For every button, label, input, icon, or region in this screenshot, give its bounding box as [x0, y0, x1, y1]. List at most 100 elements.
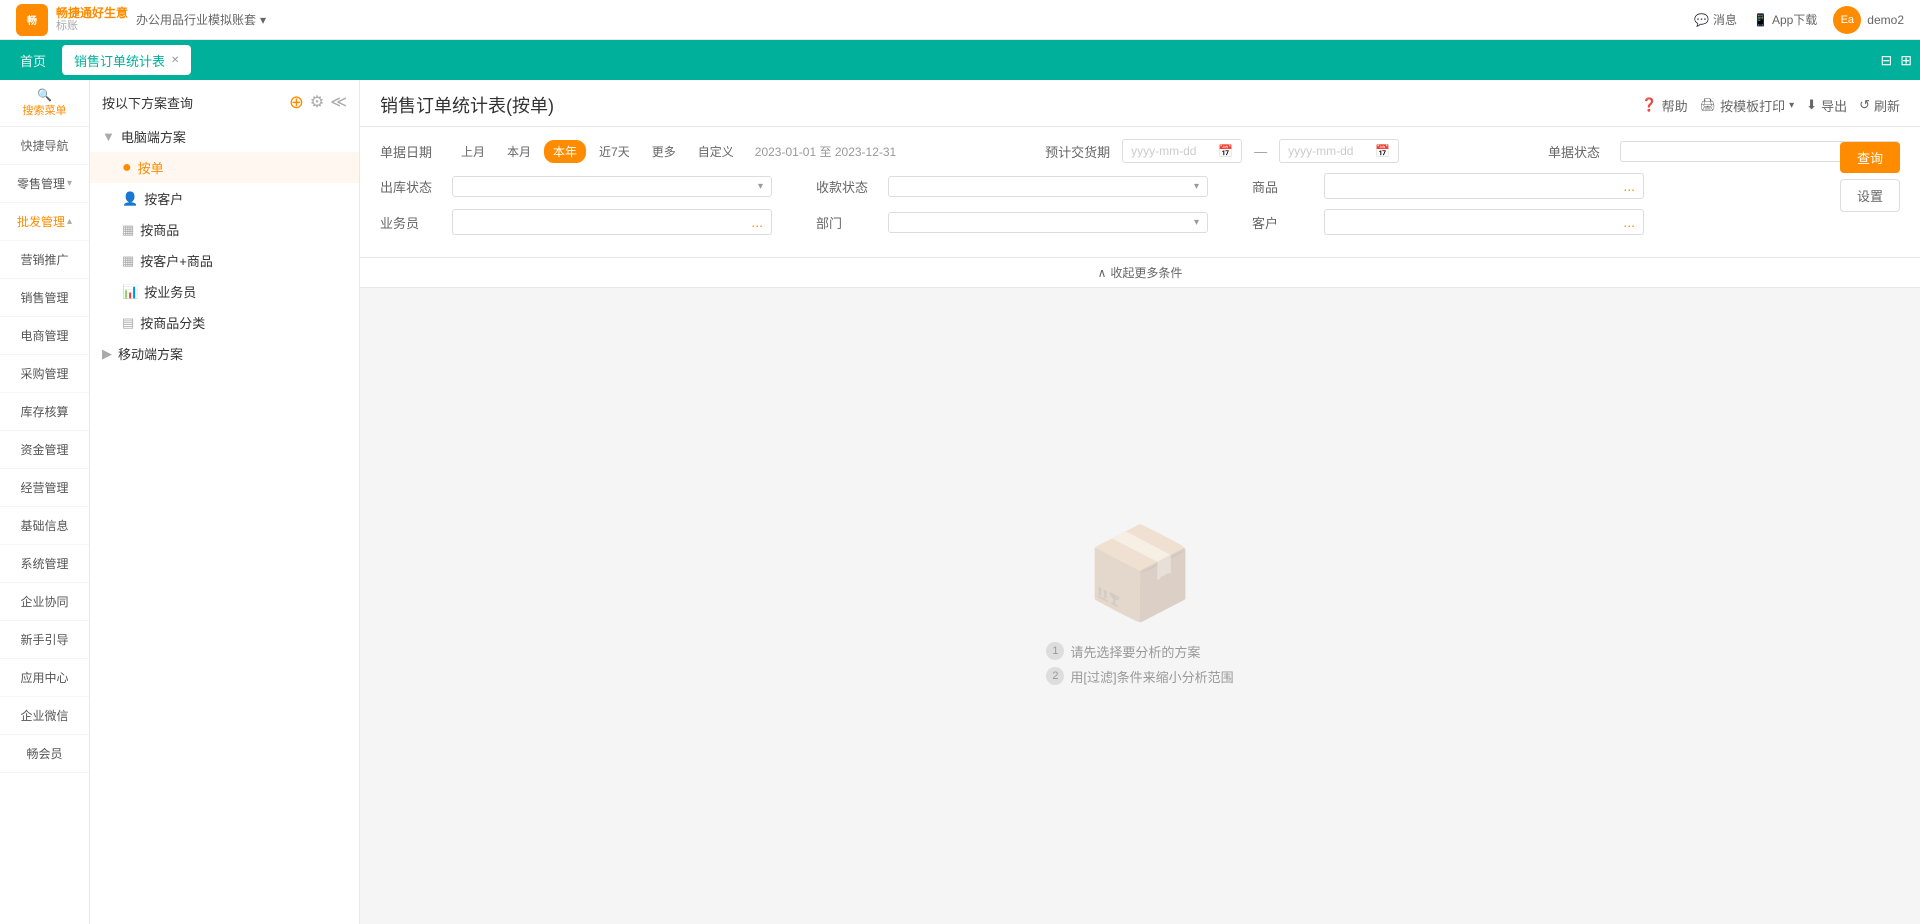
refresh-btn[interactable]: ↺ 刷新	[1859, 96, 1900, 115]
top-bar: 畅 畅捷通好生意 标账 办公用品行业模拟账套 ▾ 💬 消息 📱 App下载 Ea…	[0, 0, 1920, 40]
message-btn[interactable]: 💬 消息	[1694, 11, 1737, 28]
template-print-btn[interactable]: 🖨 按模板打印 ▾	[1700, 96, 1795, 115]
date-btn-this-year[interactable]: 本年	[544, 140, 586, 163]
department-label: 部门	[816, 213, 876, 232]
tree-item-by-cust-prod[interactable]: ▦ 按客户+商品	[90, 245, 359, 276]
tree-item-by-order[interactable]: ● 按单	[90, 152, 359, 183]
add-scheme-btn[interactable]: ⊕	[289, 92, 304, 113]
left-panel-title: 按以下方案查询	[102, 93, 193, 112]
date-separator: —	[1254, 144, 1267, 159]
payment-status-select[interactable]: ▾	[888, 176, 1208, 197]
settings-scheme-btn[interactable]: ⚙	[310, 92, 324, 113]
search-icon: 🔍	[37, 88, 52, 102]
tab-sales-order-stat[interactable]: 销售订单统计表 ✕	[62, 45, 191, 75]
query-btn-area: 查询 设置	[1840, 142, 1900, 212]
chevron-down-icon: ▾	[260, 13, 266, 27]
sidebar-item-marketing[interactable]: 营销推广	[0, 241, 89, 279]
tree-section-label-mobile[interactable]: ▶ 移动端方案	[90, 338, 359, 369]
tab-home[interactable]: 首页	[8, 45, 58, 75]
tab-close-icon[interactable]: ✕	[171, 55, 179, 66]
tree-item-by-product[interactable]: ▦ 按商品	[90, 214, 359, 245]
department-select[interactable]: ▾	[888, 212, 1208, 233]
page-header: 销售订单统计表(按单) ❓ 帮助 🖨 按模板打印 ▾ ⬇ 导出	[360, 80, 1920, 127]
empty-hints: 1 请先选择要分析的方案 2 用[过滤]条件来缩小分析范围	[1046, 642, 1233, 692]
sidebar-item-newbie[interactable]: 新手引导	[0, 621, 89, 659]
sub-title: 标账	[56, 20, 128, 33]
settings-button[interactable]: 设置	[1840, 179, 1900, 212]
product-input[interactable]: ...	[1324, 173, 1644, 199]
retail-arrow-icon: ▾	[67, 178, 72, 189]
filter-row-2: 出库状态 ▾ 收款状态 ▾ 商品 ...	[380, 173, 1900, 199]
date-range-display: 2023-01-01 至 2023-12-31	[755, 143, 896, 160]
sidebar-item-finance[interactable]: 资金管理	[0, 431, 89, 469]
sidebar-item-purchase[interactable]: 采购管理	[0, 355, 89, 393]
product-label: 商品	[1252, 177, 1312, 196]
help-icon: ❓	[1641, 97, 1657, 113]
tree-item-by-customer[interactable]: 👤 按客户	[90, 183, 359, 214]
content-area: 按以下方案查询 ⊕ ⚙ ≪ ▼ 电脑端方案 ● 按单 👤	[90, 80, 1920, 924]
empty-illustration: 📦	[1084, 521, 1196, 626]
tree-item-by-salesman[interactable]: 📊 按业务员	[90, 276, 359, 307]
wholesale-arrow-icon: ▴	[67, 216, 72, 227]
sidebar-item-quick-nav[interactable]: 快捷导航	[0, 127, 89, 165]
date-btn-last-7days[interactable]: 近7天	[590, 140, 639, 163]
page-title: 销售订单统计表(按单)	[380, 92, 554, 118]
sidebar-search[interactable]: 🔍 搜索菜单	[0, 80, 89, 127]
download-icon: 📱	[1753, 13, 1768, 27]
by-salesman-icon: 📊	[122, 284, 138, 300]
user-profile[interactable]: Ea demo2	[1833, 6, 1904, 34]
app-download-btn[interactable]: 📱 App下载	[1753, 11, 1817, 28]
payment-arrow-icon: ▾	[1194, 181, 1199, 192]
by-customer-icon: 👤	[122, 191, 138, 207]
expected-date-start-input[interactable]: yyyy-mm-dd 📅	[1122, 139, 1242, 163]
workspace-dropdown[interactable]: 办公用品行业模拟账套 ▾	[136, 11, 266, 28]
export-icon: ⬇	[1806, 97, 1817, 113]
top-bar-right: 💬 消息 📱 App下载 Ea demo2	[1694, 6, 1904, 34]
customer-label: 客户	[1252, 213, 1312, 232]
expected-date-end-input[interactable]: yyyy-mm-dd 📅	[1279, 139, 1399, 163]
tree-item-by-category[interactable]: ▤ 按商品分类	[90, 307, 359, 338]
right-content: 销售订单统计表(按单) ❓ 帮助 🖨 按模板打印 ▾ ⬇ 导出	[360, 80, 1920, 924]
sidebar-item-sales[interactable]: 销售管理	[0, 279, 89, 317]
sidebar-item-basic[interactable]: 基础信息	[0, 507, 89, 545]
salesman-input[interactable]: ...	[452, 209, 772, 235]
export-btn[interactable]: ⬇ 导出	[1806, 96, 1847, 115]
sidebar-item-system[interactable]: 系统管理	[0, 545, 89, 583]
avatar: Ea	[1833, 6, 1861, 34]
collapse-panel-btn[interactable]: ≪	[330, 92, 347, 113]
left-panel-header: 按以下方案查询 ⊕ ⚙ ≪	[90, 92, 359, 121]
date-btn-last-month[interactable]: 上月	[452, 140, 494, 163]
collapse-bar[interactable]: ∧ 收起更多条件	[360, 258, 1920, 288]
sidebar-item-appcenter[interactable]: 应用中心	[0, 659, 89, 697]
product-more-icon: ...	[1623, 178, 1635, 194]
date-btn-this-month[interactable]: 本月	[498, 140, 540, 163]
sidebar-item-vip[interactable]: 畅会员	[0, 735, 89, 773]
sidebar-item-retail[interactable]: 零售管理 ▾	[0, 165, 89, 203]
date-btn-more[interactable]: 更多	[643, 140, 685, 163]
top-bar-left: 畅 畅捷通好生意 标账 办公用品行业模拟账套 ▾	[16, 4, 266, 36]
customer-input[interactable]: ...	[1324, 209, 1644, 235]
by-product-icon: ▦	[122, 222, 134, 238]
by-order-icon: ●	[122, 159, 132, 177]
header-actions: ❓ 帮助 🖨 按模板打印 ▾ ⬇ 导出 ↺ 刷新	[1641, 96, 1900, 115]
sidebar-item-enterprise[interactable]: 企业协同	[0, 583, 89, 621]
query-button[interactable]: 查询	[1840, 142, 1900, 173]
help-btn[interactable]: ❓ 帮助	[1641, 96, 1687, 115]
salesman-label: 业务员	[380, 213, 440, 232]
doc-status-label: 单据状态	[1548, 142, 1608, 161]
outbound-status-select[interactable]: ▾	[452, 176, 772, 197]
sidebar-item-operation[interactable]: 经营管理	[0, 469, 89, 507]
sidebar-item-wechat[interactable]: 企业微信	[0, 697, 89, 735]
sidebar-item-inventory[interactable]: 库存核算	[0, 393, 89, 431]
tree-collapse-icon: ▶	[102, 346, 112, 362]
sidebar-item-ecommerce[interactable]: 电商管理	[0, 317, 89, 355]
sidebar-item-wholesale[interactable]: 批发管理 ▴	[0, 203, 89, 241]
tab-maximize-icon[interactable]: ⊞	[1900, 52, 1912, 69]
main-layout: 🔍 搜索菜单 快捷导航 零售管理 ▾ 批发管理 ▴ 营销推广 销售管理 电商管理…	[0, 80, 1920, 924]
empty-hint-2: 2 用[过滤]条件来缩小分析范围	[1046, 667, 1233, 686]
expected-date-label: 预计交货期	[1045, 142, 1110, 161]
app-name: 畅捷通好生意	[56, 6, 128, 20]
tree-section-label-pc[interactable]: ▼ 电脑端方案	[90, 121, 359, 152]
tab-minimize-icon[interactable]: ⊟	[1881, 52, 1893, 69]
date-btn-custom[interactable]: 自定义	[689, 140, 743, 163]
